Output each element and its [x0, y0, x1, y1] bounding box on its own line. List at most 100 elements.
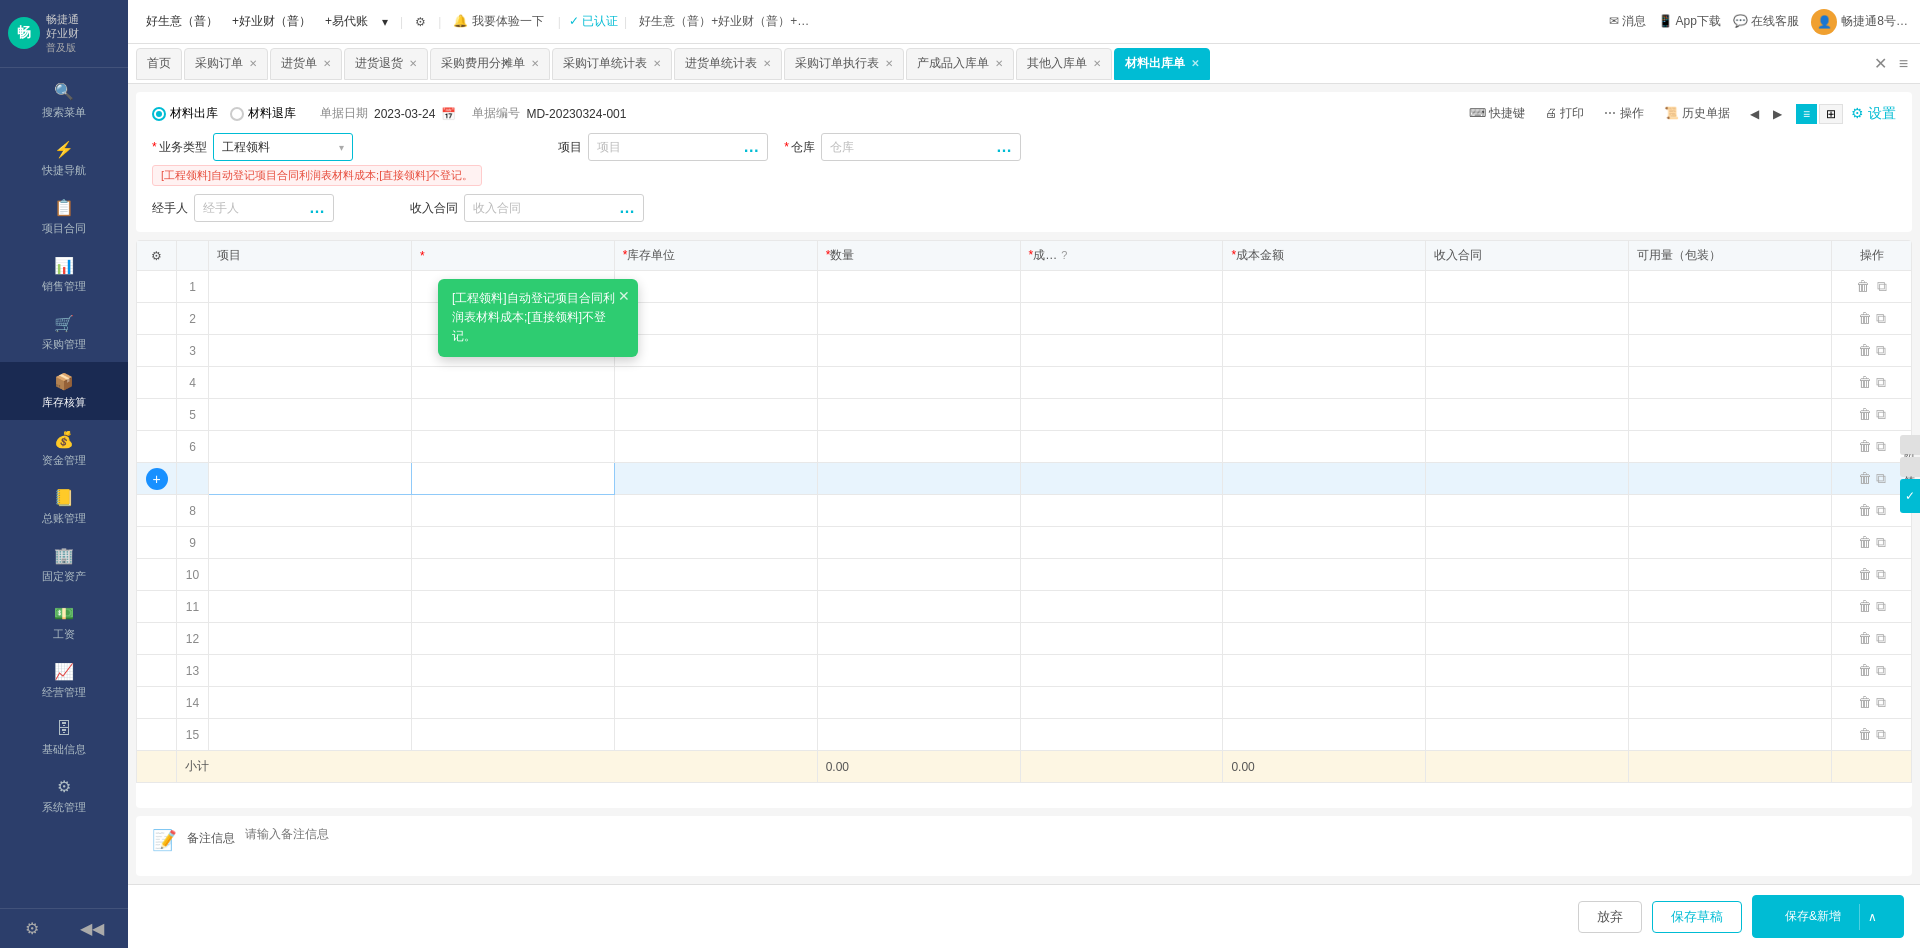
close-tab-purchase-exec[interactable]: ✕ — [885, 58, 893, 69]
tab-home[interactable]: 首页 — [136, 48, 182, 80]
row-cost-amount-1[interactable] — [1223, 271, 1426, 303]
copy-row-13[interactable]: ⧉ — [1876, 662, 1886, 678]
row-item-5[interactable] — [411, 399, 614, 431]
sidebar-item-search[interactable]: 🔍 搜索菜单 — [0, 72, 128, 130]
row-project-15[interactable] — [209, 719, 412, 751]
row-cost-amount-4[interactable] — [1223, 367, 1426, 399]
toplink-easy-agent[interactable]: +易代账 — [319, 9, 374, 34]
copy-row-3[interactable]: ⧉ — [1876, 342, 1886, 358]
close-tab-purchase-fee[interactable]: ✕ — [531, 58, 539, 69]
view-grid-btn[interactable]: ⊞ — [1819, 104, 1843, 124]
view-list-btn[interactable]: ≡ — [1796, 104, 1817, 124]
calendar-icon[interactable]: 📅 — [441, 107, 456, 121]
row-item-8[interactable] — [411, 495, 614, 527]
delete-row-9[interactable]: 🗑 — [1858, 534, 1872, 550]
row-item-9[interactable] — [411, 527, 614, 559]
sidebar-item-inventory[interactable]: 📦 库存核算 — [0, 362, 128, 420]
tab-goods-in-return[interactable]: 进货退货 ✕ — [344, 48, 428, 80]
row-item-12[interactable] — [411, 623, 614, 655]
online-service-btn[interactable]: 💬 在线客服 — [1733, 13, 1799, 30]
close-tab-other-in[interactable]: ✕ — [1093, 58, 1101, 69]
row-cost-amount-15[interactable] — [1223, 719, 1426, 751]
history-btn[interactable]: 📜 历史单据 — [1658, 102, 1736, 125]
row-qty-1[interactable] — [817, 271, 1020, 303]
sidebar-settings-btn[interactable]: ⚙ — [25, 919, 39, 938]
row-income-contract-8[interactable] — [1426, 495, 1629, 527]
row-unit-4[interactable] — [614, 367, 817, 399]
warehouse-input[interactable]: 仓库 … — [821, 133, 1021, 161]
row-project-4[interactable] — [209, 367, 412, 399]
row-available-qty-2[interactable] — [1629, 303, 1832, 335]
row-project-14[interactable] — [209, 687, 412, 719]
row-income-contract-4[interactable] — [1426, 367, 1629, 399]
row-qty-10[interactable] — [817, 559, 1020, 591]
delete-row-10[interactable]: 🗑 — [1858, 566, 1872, 582]
discard-button[interactable]: 放弃 — [1578, 901, 1642, 933]
row-cost-13[interactable] — [1020, 655, 1223, 687]
row-cost-amount-12[interactable] — [1223, 623, 1426, 655]
row-available-qty-15[interactable] — [1629, 719, 1832, 751]
tab-purchase-order[interactable]: 采购订单 ✕ — [184, 48, 268, 80]
row-cost-10[interactable] — [1020, 559, 1223, 591]
sidebar-item-quicknav[interactable]: ⚡ 快捷导航 — [0, 130, 128, 188]
row-unit-9[interactable] — [614, 527, 817, 559]
close-tab-material-out[interactable]: ✕ — [1191, 58, 1199, 69]
sidebar-item-sales[interactable]: 📊 销售管理 — [0, 246, 128, 304]
close-tab-goods-in[interactable]: ✕ — [323, 58, 331, 69]
biz-type-dropdown-arrow[interactable]: ▾ — [339, 142, 344, 153]
row-available-qty-13[interactable] — [1629, 655, 1832, 687]
row-income-contract-7[interactable] — [1426, 463, 1629, 495]
copy-row-12[interactable]: ⧉ — [1876, 630, 1886, 646]
row-available-qty-4[interactable] — [1629, 367, 1832, 399]
row-cost-amount-5[interactable] — [1223, 399, 1426, 431]
row-item-11[interactable] — [411, 591, 614, 623]
row-item-4[interactable] — [411, 367, 614, 399]
person-more-btn[interactable]: … — [309, 199, 325, 217]
income-contract-more-btn[interactable]: … — [619, 199, 635, 217]
row-qty-9[interactable] — [817, 527, 1020, 559]
sidebar-item-system[interactable]: ⚙ 系统管理 — [0, 767, 128, 825]
row-unit-10[interactable] — [614, 559, 817, 591]
row-cost-8[interactable] — [1020, 495, 1223, 527]
row-income-contract-5[interactable] — [1426, 399, 1629, 431]
delete-row-12[interactable]: 🗑 — [1858, 630, 1872, 646]
toplink-good-wealth[interactable]: +好业财（普） — [226, 9, 317, 34]
print-btn[interactable]: 🖨 打印 — [1539, 102, 1590, 125]
row-income-contract-15[interactable] — [1426, 719, 1629, 751]
next-btn[interactable]: ▶ — [1767, 104, 1788, 124]
row-cost-amount-14[interactable] — [1223, 687, 1426, 719]
delete-row-11[interactable]: 🗑 — [1858, 598, 1872, 614]
row-available-qty-1[interactable] — [1629, 271, 1832, 303]
delete-row-3[interactable]: 🗑 — [1858, 342, 1872, 358]
row-available-qty-11[interactable] — [1629, 591, 1832, 623]
income-contract-input[interactable]: 收入合同 … — [464, 194, 644, 222]
copy-row-10[interactable]: ⧉ — [1876, 566, 1886, 582]
row-qty-15[interactable] — [817, 719, 1020, 751]
sidebar-item-project[interactable]: 📋 项目合同 — [0, 188, 128, 246]
sidebar-item-basic[interactable]: 🗄 基础信息 — [0, 710, 128, 767]
experience-btn[interactable]: 🔔 我要体验一下 — [447, 10, 549, 33]
sidebar-item-purchase[interactable]: 🛒 采购管理 — [0, 304, 128, 362]
radio-material-return[interactable]: 材料退库 — [230, 105, 296, 122]
row-qty-11[interactable] — [817, 591, 1020, 623]
row-project-10[interactable] — [209, 559, 412, 591]
copy-row-6[interactable]: ⧉ — [1876, 438, 1886, 454]
row-project-13[interactable] — [209, 655, 412, 687]
delete-row-8[interactable]: 🗑 — [1858, 502, 1872, 518]
person-input[interactable]: 经手人 … — [194, 194, 334, 222]
close-tab-product-in[interactable]: ✕ — [995, 58, 1003, 69]
biz-type-input[interactable]: 工程领料 ▾ — [213, 133, 353, 161]
row-qty-2[interactable] — [817, 303, 1020, 335]
sidebar-item-accounting[interactable]: 📒 总账管理 — [0, 478, 128, 536]
copy-row-14[interactable]: ⧉ — [1876, 694, 1886, 710]
tab-purchase-fee[interactable]: 采购费用分摊单 ✕ — [430, 48, 550, 80]
row-available-qty-14[interactable] — [1629, 687, 1832, 719]
page-settings-btn[interactable]: ⚙ 设置 — [1851, 105, 1896, 123]
delete-row-4[interactable]: 🗑 — [1858, 374, 1872, 390]
sidebar-collapse-btn[interactable]: ◀◀ — [80, 919, 104, 938]
copy-row-11[interactable]: ⧉ — [1876, 598, 1886, 614]
row-cost-amount-11[interactable] — [1223, 591, 1426, 623]
sidebar-item-assets[interactable]: 🏢 固定资产 — [0, 536, 128, 594]
copy-row-5[interactable]: ⧉ — [1876, 406, 1886, 422]
green-tooltip-close-btn[interactable]: ✕ — [618, 285, 630, 307]
